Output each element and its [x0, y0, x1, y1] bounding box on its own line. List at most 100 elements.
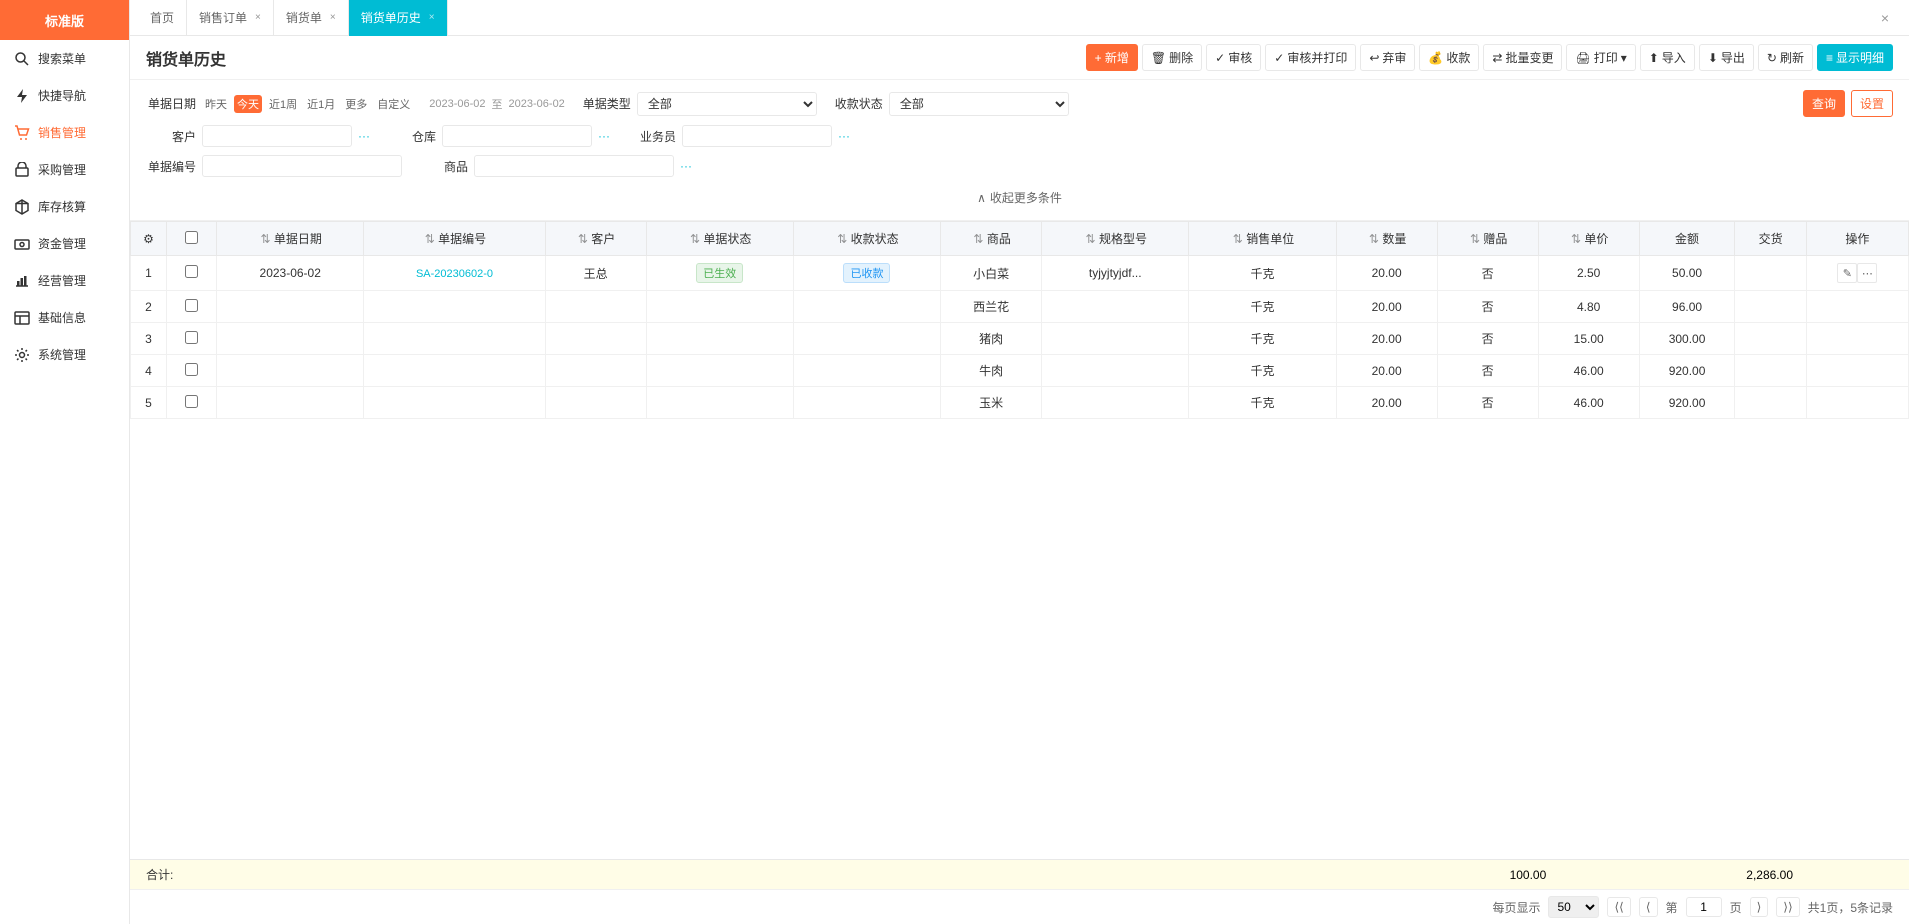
th-doc-date[interactable]: ⇅ 单据日期	[217, 222, 364, 256]
row-checkbox[interactable]	[185, 331, 198, 344]
tab-sales-order[interactable]: 销售订单 ×	[187, 0, 274, 36]
more-btn[interactable]: 更多	[342, 95, 370, 113]
page-number-input[interactable]	[1686, 897, 1722, 917]
pay-status-select[interactable]: 全部 未收款 已收款 部分收款	[889, 92, 1069, 116]
tab-sales-history[interactable]: 销货单历史 ×	[349, 0, 448, 36]
th-doc-status[interactable]: ⇅ 单据状态	[646, 222, 793, 256]
select-all-checkbox[interactable]	[185, 231, 198, 244]
customer-input[interactable]	[202, 125, 352, 147]
yesterday-btn[interactable]: 昨天	[202, 95, 230, 113]
per-page-select[interactable]: 50 100 200	[1548, 896, 1599, 918]
sidebar-item-finance-mgmt[interactable]: 资金管理	[0, 225, 129, 262]
goods-input[interactable]	[474, 155, 674, 177]
th-gift[interactable]: ⇅ 赠品	[1437, 222, 1538, 256]
delete-button[interactable]: 🗑 删除	[1142, 44, 1202, 71]
last-page-button[interactable]: ⟩⟩	[1776, 897, 1799, 917]
collapse-button[interactable]: ∧ 收起更多条件	[146, 185, 1893, 210]
table-cell	[793, 387, 940, 419]
tab-sales-order-label: 销售订单	[199, 9, 247, 26]
tab-sales-order-close[interactable]: ×	[255, 12, 261, 23]
sidebar-item-sales-mgmt[interactable]: 销售管理	[0, 114, 129, 151]
print-button[interactable]: 🖨 打印 ▾	[1566, 44, 1635, 71]
table-cell[interactable]	[167, 355, 217, 387]
goods-ellipsis[interactable]: ···	[680, 159, 692, 173]
table-cell	[1806, 355, 1908, 387]
audit-icon: ✓	[1215, 51, 1225, 65]
table-cell[interactable]: SA-20230602-0	[364, 256, 545, 291]
sidebar-item-purchase-mgmt[interactable]: 采购管理	[0, 151, 129, 188]
staff-input[interactable]	[682, 125, 832, 147]
doc-no-input[interactable]	[202, 155, 402, 177]
collect-button[interactable]: 💰 收款	[1419, 44, 1479, 71]
edit-row-button[interactable]: ✎	[1837, 263, 1857, 283]
settings-button[interactable]: 设置	[1851, 90, 1893, 117]
th-price[interactable]: ⇅ 单价	[1538, 222, 1639, 256]
sidebar-item-sys-mgmt[interactable]: 系统管理	[0, 336, 129, 373]
query-button[interactable]: 查询	[1803, 90, 1845, 117]
th-trade[interactable]: 交货	[1735, 222, 1806, 256]
sidebar-item-quick-nav[interactable]: 快捷导航	[0, 77, 129, 114]
customer-label: 客户	[146, 128, 196, 145]
tab-sales-delivery-close[interactable]: ×	[330, 12, 336, 23]
new-button[interactable]: + 新增	[1086, 44, 1138, 71]
table-cell: 已收款	[793, 256, 940, 291]
staff-ellipsis[interactable]: ···	[838, 129, 850, 143]
prev-page-button[interactable]: ⟨	[1639, 897, 1658, 917]
th-doc-code[interactable]: ⇅ 单据编号	[364, 222, 545, 256]
next-page-button[interactable]: ⟩	[1750, 897, 1769, 917]
settings-col-icon: ⚙	[143, 232, 154, 246]
sidebar-item-ops-mgmt[interactable]: 经营管理	[0, 262, 129, 299]
customer-ellipsis[interactable]: ···	[358, 129, 370, 143]
tab-sales-delivery[interactable]: 销货单 ×	[274, 0, 349, 36]
table-cell[interactable]	[167, 291, 217, 323]
filter-doc-type: 单据类型 全部 普通销货单 退货单	[581, 92, 817, 116]
table-cell: tyjyjtyjdf...	[1042, 256, 1189, 291]
row-checkbox[interactable]	[185, 395, 198, 408]
audit-button[interactable]: ✓ 审核	[1206, 44, 1261, 71]
filter-warehouse: 仓库 ···	[386, 125, 610, 147]
row-checkbox[interactable]	[185, 265, 198, 278]
audit-print-button[interactable]: ✓ 审核并打印	[1265, 44, 1356, 71]
page-content: 销货单历史 + 新增 🗑 删除 ✓ 审核 ✓ 审核并打印 ↩ 弃审	[130, 36, 1909, 924]
row-checkbox[interactable]	[185, 363, 198, 376]
today-btn[interactable]: 今天	[234, 95, 262, 113]
show-detail-button[interactable]: ≡ 显示明细	[1817, 44, 1893, 71]
window-close-button[interactable]: ×	[1869, 10, 1901, 26]
sidebar-item-search-menu[interactable]: 搜索菜单	[0, 40, 129, 77]
print-dropdown-icon: ▾	[1621, 51, 1627, 65]
doc-code-link[interactable]: SA-20230602-0	[416, 268, 493, 280]
row-checkbox[interactable]	[185, 299, 198, 312]
import-button[interactable]: ⬆ 导入	[1640, 44, 1695, 71]
table-cell[interactable]: ✎⋯	[1806, 256, 1908, 291]
batch-change-button[interactable]: ⇄ 批量变更	[1483, 44, 1562, 71]
th-amount[interactable]: 金额	[1639, 222, 1735, 256]
last1m-btn[interactable]: 近1月	[304, 95, 338, 113]
th-spec[interactable]: ⇅ 规格型号	[1042, 222, 1189, 256]
table-cell: 20.00	[1336, 256, 1437, 291]
th-customer[interactable]: ⇅ 客户	[545, 222, 646, 256]
tab-home[interactable]: 首页	[138, 0, 187, 36]
last7-btn[interactable]: 近1周	[266, 95, 300, 113]
first-page-button[interactable]: ⟨⟨	[1607, 897, 1630, 917]
sidebar-item-inventory-calc[interactable]: 库存核算	[0, 188, 129, 225]
abandon-button[interactable]: ↩ 弃审	[1360, 44, 1415, 71]
sidebar-item-basic-info[interactable]: 基础信息	[0, 299, 129, 336]
warehouse-input[interactable]	[442, 125, 592, 147]
tab-sales-history-close[interactable]: ×	[429, 12, 435, 23]
more-row-button[interactable]: ⋯	[1857, 263, 1877, 283]
warehouse-ellipsis[interactable]: ···	[598, 129, 610, 143]
sidebar-item-label: 资金管理	[38, 235, 86, 252]
table-cell[interactable]	[167, 323, 217, 355]
gear-col-header[interactable]: ⚙	[131, 222, 167, 256]
custom-btn[interactable]: 自定义	[374, 95, 413, 113]
export-button[interactable]: ⬇ 导出	[1699, 44, 1754, 71]
table-cell[interactable]	[167, 256, 217, 291]
refresh-button[interactable]: ↻ 刷新	[1758, 44, 1813, 71]
th-unit[interactable]: ⇅ 销售单位	[1189, 222, 1336, 256]
th-qty[interactable]: ⇅ 数量	[1336, 222, 1437, 256]
th-goods[interactable]: ⇅ 商品	[941, 222, 1042, 256]
table-cell[interactable]	[167, 387, 217, 419]
export-label: 导出	[1721, 49, 1745, 66]
doc-type-select[interactable]: 全部 普通销货单 退货单	[637, 92, 817, 116]
th-pay-status[interactable]: ⇅ 收款状态	[793, 222, 940, 256]
